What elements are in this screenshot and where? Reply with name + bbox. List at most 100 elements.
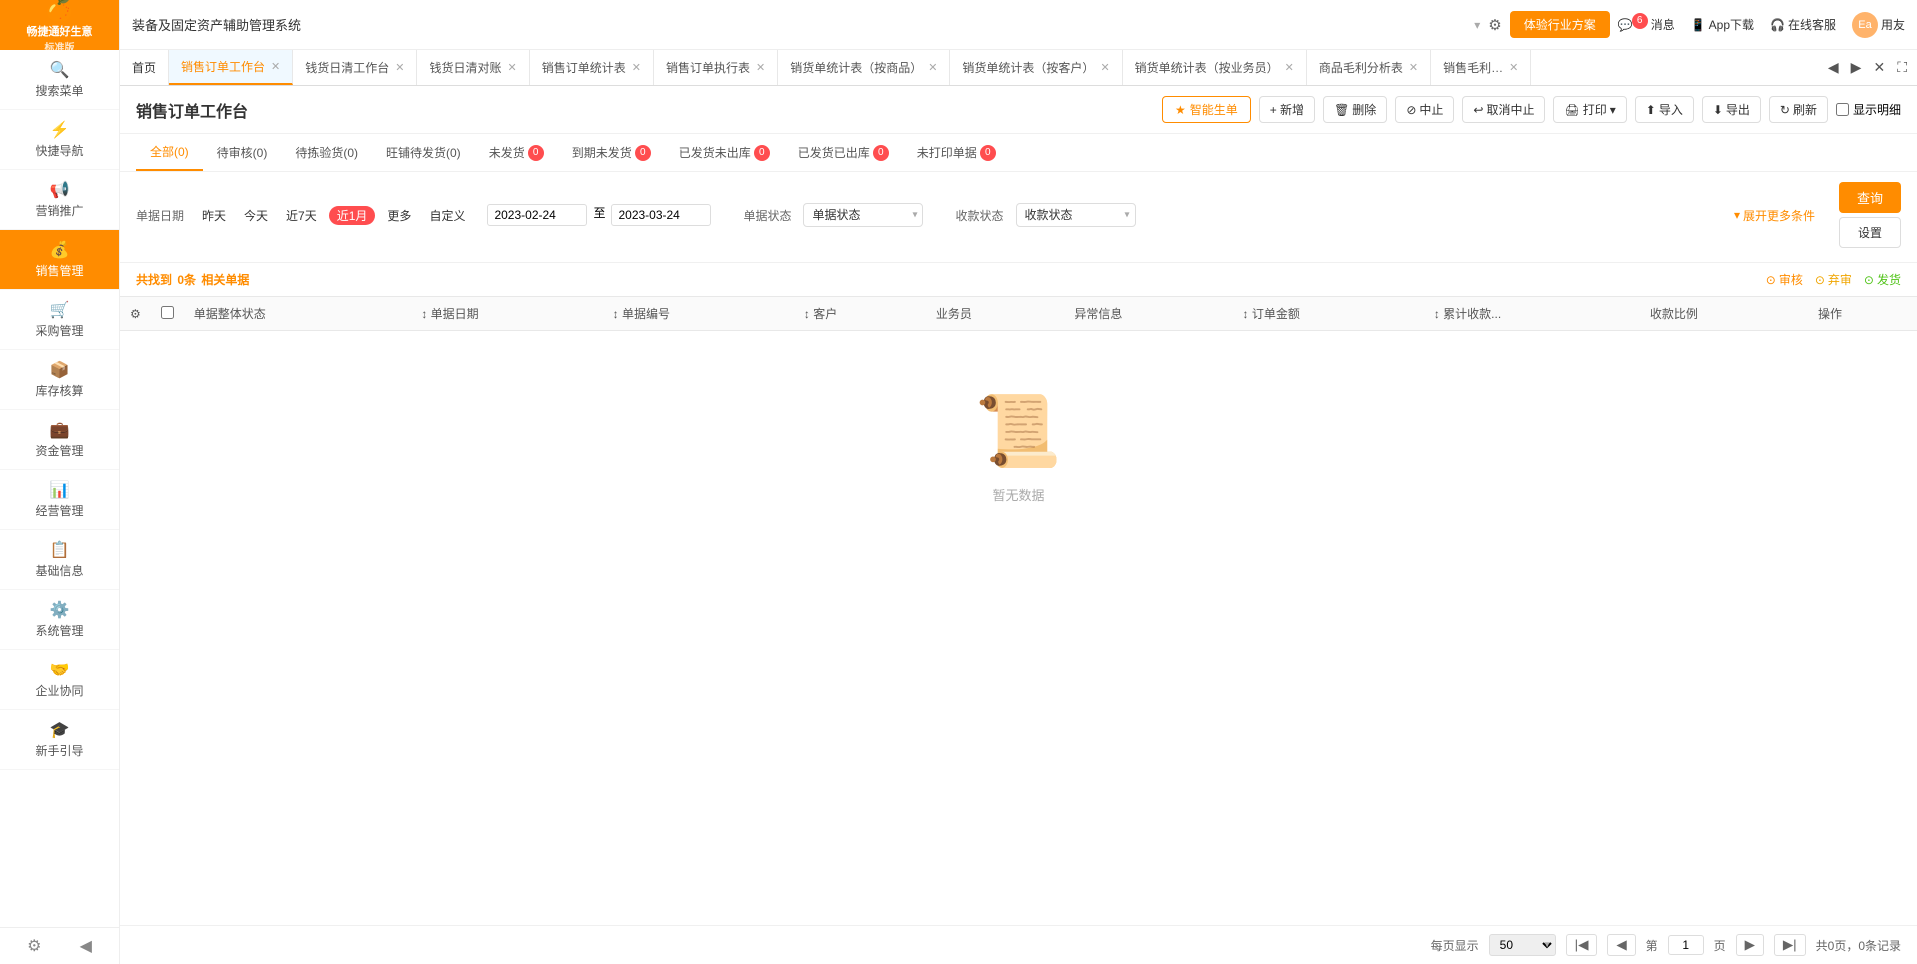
tab-close-stat-product[interactable]: ✕ <box>928 61 937 74</box>
page-next-btn[interactable]: ▶ <box>1736 934 1764 956</box>
per-page-select[interactable]: 50 100 200 <box>1489 934 1556 956</box>
sidebar-item-guide[interactable]: 🎓 新手引导 <box>0 710 119 770</box>
sidebar-item-finance[interactable]: 💼 资金管理 <box>0 410 119 470</box>
stop-btn[interactable]: ⊘ 中止 <box>1395 96 1454 123</box>
date-end-input[interactable] <box>611 204 711 226</box>
smart-create-btn[interactable]: ★ 智能生单 <box>1162 96 1251 123</box>
col-status[interactable]: 单据整体状态 <box>184 297 412 331</box>
page-first-btn[interactable]: |◀ <box>1566 934 1598 956</box>
sidebar-item-ops[interactable]: 📊 经营管理 <box>0 470 119 530</box>
tab-cash-reconcile[interactable]: 钱货日清对账 ✕ <box>417 50 529 85</box>
user-profile-btn[interactable]: Ea 用友 <box>1852 12 1905 38</box>
sub-tab-shipped-not-out[interactable]: 已发货未出库 0 <box>665 134 784 171</box>
sub-tab-not-shipped[interactable]: 未发货 0 <box>475 134 558 171</box>
sub-tab-expired-not-ship[interactable]: 到期未发货 0 <box>558 134 665 171</box>
tab-cash-daily[interactable]: 钱货日清工作台 ✕ <box>293 50 417 85</box>
page-number-input[interactable] <box>1668 935 1704 955</box>
last7-btn[interactable]: 近7天 <box>280 205 323 226</box>
dropdown-arrow-icon[interactable]: ▾ <box>1474 18 1480 32</box>
page-last-btn[interactable]: ▶| <box>1774 934 1806 956</box>
col-checkbox[interactable] <box>151 297 184 331</box>
cancel-stop-btn[interactable]: ↩ 取消中止 <box>1462 96 1545 123</box>
delete-btn[interactable]: 🗑 删除 <box>1323 96 1387 123</box>
tab-sales-workbench[interactable]: 销售订单工作台 ✕ <box>169 50 293 85</box>
sidebar-item-search[interactable]: 🔍 搜索菜单 <box>0 50 119 110</box>
tab-close-stat-customer[interactable]: ✕ <box>1100 61 1109 74</box>
tab-sales-stat[interactable]: 销售订单统计表 ✕ <box>530 50 654 85</box>
show-detail-checkbox[interactable] <box>1836 103 1849 116</box>
audit-btn[interactable]: ⊙ 审核 <box>1766 271 1803 288</box>
col-settings[interactable]: ⚙ <box>120 297 151 331</box>
sidebar-item-collab[interactable]: 🤝 企业协同 <box>0 650 119 710</box>
app-download-btn[interactable]: 📱 App下载 <box>1691 16 1754 33</box>
col-amount[interactable]: ↕ 订单金额 <box>1233 297 1424 331</box>
col-customer[interactable]: ↕ 客户 <box>794 297 926 331</box>
tab-close-sales-exec[interactable]: ✕ <box>756 61 765 74</box>
sidebar-item-inventory[interactable]: 📦 库存核算 <box>0 350 119 410</box>
sidebar-item-quick-nav[interactable]: ⚡ 快捷导航 <box>0 110 119 170</box>
add-btn[interactable]: + 新增 <box>1259 96 1315 123</box>
sub-tab-pending-audit[interactable]: 待审核(0) <box>203 134 282 171</box>
col-collected[interactable]: ↕ 累计收款... <box>1424 297 1640 331</box>
date-start-input[interactable] <box>487 204 587 226</box>
notification-btn[interactable]: 💬 6 消息 <box>1618 16 1675 33</box>
print-btn[interactable]: 🖨 打印 ▾ <box>1553 96 1626 123</box>
sub-tab-shipped-out[interactable]: 已发货已出库 0 <box>784 134 903 171</box>
col-number[interactable]: ↕ 单据编号 <box>603 297 794 331</box>
col-staff[interactable]: 业务员 <box>926 297 1065 331</box>
col-date[interactable]: ↕ 单据日期 <box>411 297 602 331</box>
query-btn[interactable]: 查询 <box>1839 182 1901 213</box>
expand-more-btn[interactable]: ▾ 展开更多条件 <box>1734 207 1815 224</box>
tab-sales-stat-customer[interactable]: 销货单统计表（按客户） ✕ <box>950 50 1122 85</box>
sidebar-collapse-btn[interactable]: ◀ <box>80 936 92 956</box>
online-service-btn[interactable]: 🎧 在线客服 <box>1770 16 1836 33</box>
content-area: 销售订单工作台 ★ 智能生单 + 新增 🗑 删除 ⊘ 中止 <box>120 86 1917 964</box>
tab-close-cash-daily[interactable]: ✕ <box>395 61 404 74</box>
tab-gross-margin[interactable]: 商品毛利分析表 ✕ <box>1307 50 1431 85</box>
sidebar-item-system[interactable]: ⚙️ 系统管理 <box>0 590 119 650</box>
refresh-btn[interactable]: ↻ 刷新 <box>1769 96 1828 123</box>
sidebar-item-basic[interactable]: 📋 基础信息 <box>0 530 119 590</box>
tab-sales-exec[interactable]: 销售订单执行表 ✕ <box>654 50 778 85</box>
tab-close-stat-staff[interactable]: ✕ <box>1285 61 1294 74</box>
tab-scroll-left-btn[interactable]: ◀ <box>1824 57 1843 78</box>
custom-date-btn[interactable]: 自定义 <box>423 205 471 226</box>
tab-close-cash-reconcile[interactable]: ✕ <box>508 61 517 74</box>
tab-close-sales-stat[interactable]: ✕ <box>632 61 641 74</box>
last-month-btn[interactable]: 近1月 <box>329 206 376 225</box>
sidebar-settings-btn[interactable]: ⚙ <box>27 936 41 956</box>
show-detail-label[interactable]: 显示明细 <box>1836 101 1901 118</box>
tab-home[interactable]: 首页 <box>120 50 169 85</box>
select-all-checkbox[interactable] <box>161 306 174 319</box>
import-btn[interactable]: ⬆ 导入 <box>1635 96 1694 123</box>
tab-close-sales-more[interactable]: ✕ <box>1509 61 1518 74</box>
more-date-btn[interactable]: 更多 <box>381 205 417 226</box>
tab-close-gross-margin[interactable]: ✕ <box>1409 61 1418 74</box>
filter-settings-btn[interactable]: 设置 <box>1839 217 1901 248</box>
sub-tab-pending-check[interactable]: 待拣验货(0) <box>281 134 372 171</box>
tab-scroll-right-btn[interactable]: ▶ <box>1847 57 1866 78</box>
payment-select[interactable]: 收款状态 <box>1016 203 1136 227</box>
settings-icon[interactable]: ⚙ <box>1488 16 1501 34</box>
yesterday-btn[interactable]: 昨天 <box>196 205 232 226</box>
sidebar-item-sales[interactable]: 💰 销售管理 <box>0 230 119 290</box>
tab-sales-stat-staff[interactable]: 销货单统计表（按业务员） ✕ <box>1123 50 1307 85</box>
sub-tab-wangpu-ship[interactable]: 旺铺待发货(0) <box>372 134 475 171</box>
industry-btn[interactable]: 体验行业方案 <box>1510 11 1610 38</box>
tab-sales-more[interactable]: 销售毛利… ✕ <box>1431 50 1531 85</box>
sidebar-item-purchase[interactable]: 🛒 采购管理 <box>0 290 119 350</box>
sub-tab-all[interactable]: 全部(0) <box>136 134 203 171</box>
tab-close-sales-workbench[interactable]: ✕ <box>271 60 280 73</box>
col-abnormal[interactable]: 异常信息 <box>1064 297 1232 331</box>
page-prev-btn[interactable]: ◀ <box>1607 934 1635 956</box>
export-btn[interactable]: ⬇ 导出 <box>1702 96 1761 123</box>
sub-tab-not-printed[interactable]: 未打印单据 0 <box>903 134 1010 171</box>
unaudit-btn[interactable]: ⊙ 弃审 <box>1815 271 1852 288</box>
tab-sales-stat-product[interactable]: 销货单统计表（按商品） ✕ <box>778 50 950 85</box>
sidebar-item-marketing[interactable]: 📢 营销推广 <box>0 170 119 230</box>
status-select[interactable]: 单据状态 <box>803 203 923 227</box>
today-btn[interactable]: 今天 <box>238 205 274 226</box>
tab-fullscreen-btn[interactable]: ⛶ <box>1893 57 1911 78</box>
ship-btn[interactable]: ⊙ 发货 <box>1864 271 1901 288</box>
tab-close-all-btn[interactable]: ✕ <box>1869 57 1889 78</box>
